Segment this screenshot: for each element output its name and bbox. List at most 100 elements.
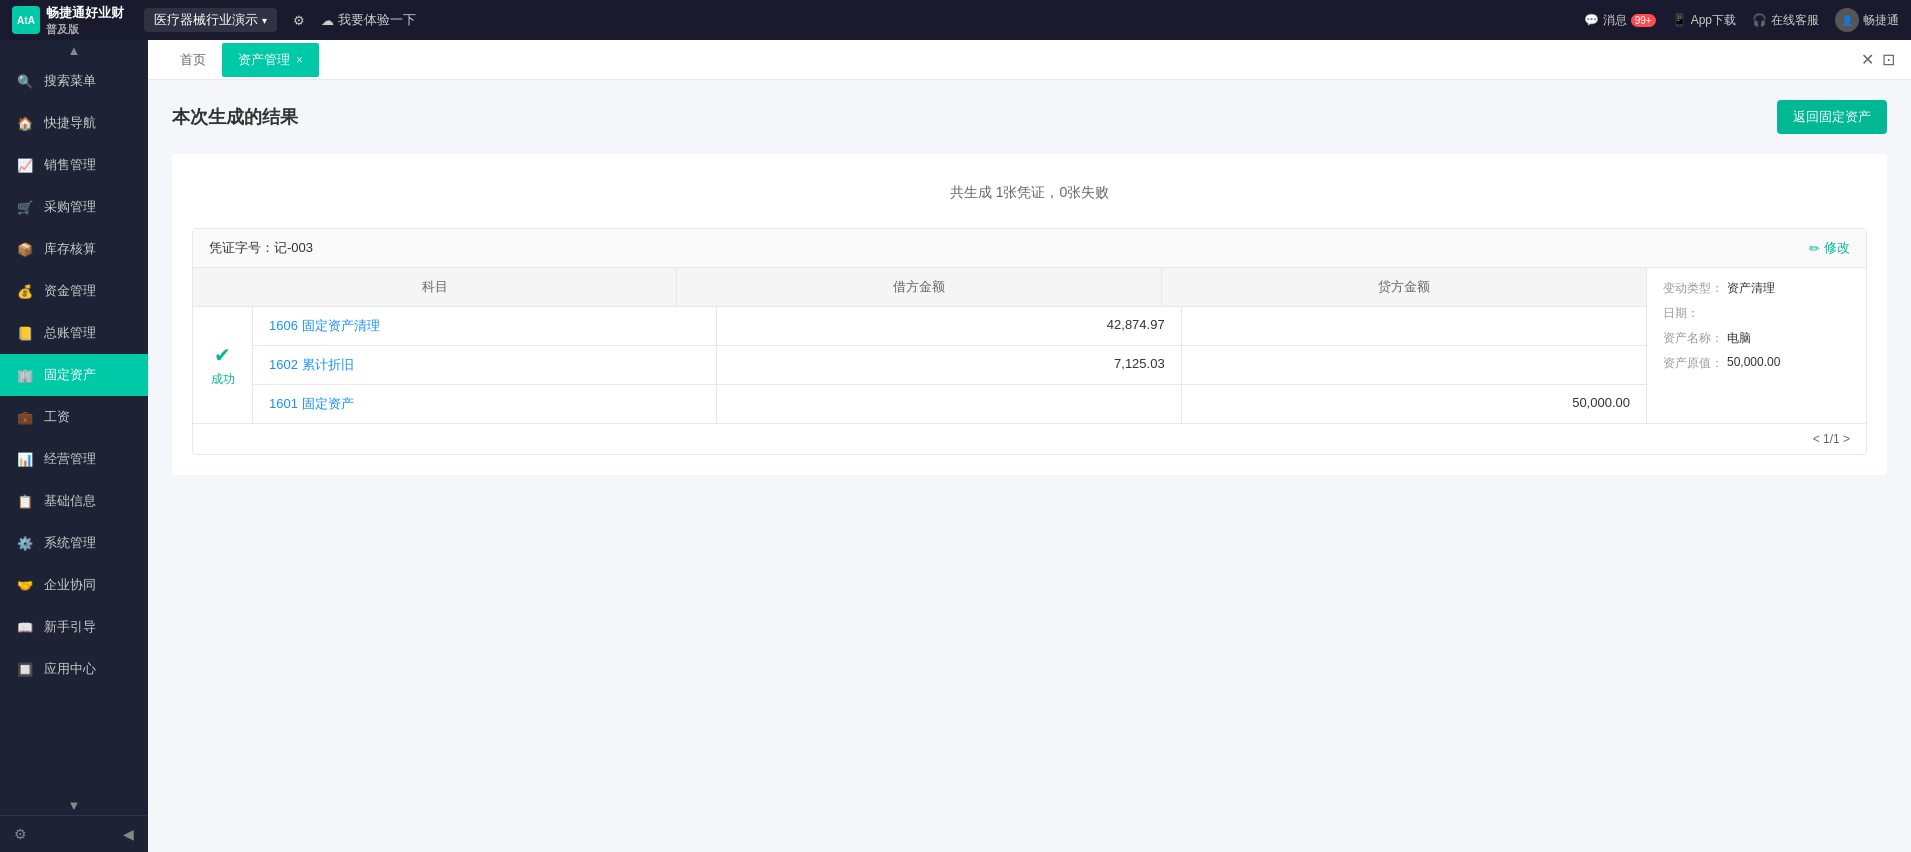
online-service-action[interactable]: 🎧 在线客服: [1752, 12, 1819, 29]
sidebar-bottom: ⚙ ◀: [0, 815, 148, 852]
side-info-asset-value: 资产原值： 50,000.00: [1663, 355, 1850, 372]
th-debit: 借方金额: [677, 268, 1161, 307]
sidebar-item-purchase[interactable]: 🛒 采购管理: [0, 186, 148, 228]
sidebar-item-funds[interactable]: 💰 资金管理: [0, 270, 148, 312]
success-text: 成功: [211, 371, 235, 388]
tab-home[interactable]: 首页: [164, 43, 222, 77]
sidebar-item-inventory[interactable]: 📦 库存核算: [0, 228, 148, 270]
avatar-icon: 👤: [1841, 15, 1853, 26]
back-button[interactable]: 返回固定资产: [1777, 100, 1887, 134]
sidebar-item-payroll[interactable]: 💼 工资: [0, 396, 148, 438]
side-info-date: 日期：: [1663, 305, 1850, 322]
sidebar-label: 采购管理: [44, 198, 96, 216]
pagination-text[interactable]: < 1/1 >: [1813, 432, 1850, 446]
logo-icon: AtA: [12, 6, 40, 34]
subject-cell-3[interactable]: 1601 固定资产: [253, 385, 717, 423]
sidebar-item-sales[interactable]: 📈 销售管理: [0, 144, 148, 186]
pagination: < 1/1 >: [193, 423, 1866, 454]
change-type-label: 变动类型：: [1663, 280, 1723, 297]
panel-expand-icon[interactable]: ⊡: [1882, 50, 1895, 69]
sidebar-items: 🔍 搜索菜单 🏠 快捷导航 📈 销售管理 🛒 采购管理 📦 库存核算 💰: [0, 60, 148, 795]
debit-cell-1: 42,874.97: [717, 307, 1181, 345]
sidebar-scroll-up[interactable]: ▲: [0, 40, 148, 60]
online-service-label: 在线客服: [1771, 12, 1819, 29]
phone-icon: 📱: [1672, 13, 1687, 27]
subject-cell-1[interactable]: 1606 固定资产清理: [253, 307, 717, 345]
message-action[interactable]: 💬 消息 99+: [1584, 12, 1656, 29]
logo-area: AtA 畅捷通好业财 普及版: [12, 4, 124, 37]
success-indicator: ✔ 成功: [193, 307, 253, 423]
sidebar-label: 库存核算: [44, 240, 96, 258]
user-area[interactable]: 👤 畅捷通: [1835, 8, 1899, 32]
sidebar-label: 固定资产: [44, 366, 96, 384]
th-subject: 科目: [193, 268, 677, 307]
asset-value-label: 资产原值：: [1663, 355, 1723, 372]
edit-button[interactable]: ✏ 修改: [1809, 239, 1850, 257]
table-row: 1602 累计折旧 7,125.03: [253, 346, 1646, 385]
change-type-value: 资产清理: [1727, 280, 1775, 297]
sidebar-label: 销售管理: [44, 156, 96, 174]
guide-icon: 📖: [16, 618, 34, 636]
subject-cell-2[interactable]: 1602 累计折旧: [253, 346, 717, 384]
sidebar-collapse-icon[interactable]: ◀: [123, 826, 134, 842]
handshake-icon: 🤝: [16, 576, 34, 594]
app-download-action[interactable]: 📱 App下载: [1672, 12, 1736, 29]
company-selector[interactable]: 医疗器械行业演示 ▾: [144, 8, 277, 32]
table-row: 1606 固定资产清理 42,874.97: [253, 307, 1646, 346]
header-right: 💬 消息 99+ 📱 App下载 🎧 在线客服 👤 畅捷通: [1584, 8, 1899, 32]
sidebar-label: 企业协同: [44, 576, 96, 594]
briefcase-icon: 💼: [16, 408, 34, 426]
side-info-panel: 变动类型： 资产清理 日期： 资产名称： 电脑: [1646, 268, 1866, 423]
company-name: 医疗器械行业演示: [154, 11, 258, 29]
tab-close-icon[interactable]: ×: [296, 53, 303, 67]
header-left: AtA 畅捷通好业财 普及版 医疗器械行业演示 ▾ ⚙ ☁ 我要体验一下: [12, 4, 416, 37]
table-row: 1601 固定资产 50,000.00: [253, 385, 1646, 423]
side-info-change-type: 变动类型： 资产清理: [1663, 280, 1850, 297]
page-content: 本次生成的结果 返回固定资产 共生成 1张凭证，0张失败 凭证字号：记-003 …: [148, 80, 1911, 852]
sidebar-label: 系统管理: [44, 534, 96, 552]
sidebar-settings-icon[interactable]: ⚙: [14, 826, 27, 842]
asset-value-value: 50,000.00: [1727, 355, 1780, 372]
username: 畅捷通: [1863, 12, 1899, 29]
credit-cell-1: [1182, 307, 1646, 345]
sidebar-item-guide[interactable]: 📖 新手引导: [0, 606, 148, 648]
tab-asset-management[interactable]: 资产管理 ×: [222, 43, 319, 77]
debit-cell-2: 7,125.03: [717, 346, 1181, 384]
voucher-header: 凭证字号：记-003 ✏ 修改: [193, 229, 1866, 268]
top-header: AtA 畅捷通好业财 普及版 医疗器械行业演示 ▾ ⚙ ☁ 我要体验一下 💬 消…: [0, 0, 1911, 40]
sidebar: ▲ 🔍 搜索菜单 🏠 快捷导航 📈 销售管理 🛒 采购管理 📦 库存核算: [0, 40, 148, 852]
gear-icon: ⚙️: [16, 534, 34, 552]
experience-button[interactable]: ☁ 我要体验一下: [321, 11, 416, 29]
sidebar-item-app-center[interactable]: 🔲 应用中心: [0, 648, 148, 690]
sidebar-item-cooperation[interactable]: 🤝 企业协同: [0, 564, 148, 606]
sidebar-scroll-down[interactable]: ▼: [0, 795, 148, 815]
settings-icon[interactable]: ⚙: [285, 6, 313, 34]
sidebar-item-basics[interactable]: 📋 基础信息: [0, 480, 148, 522]
sidebar-item-quick-nav[interactable]: 🏠 快捷导航: [0, 102, 148, 144]
data-rows: 1606 固定资产清理 42,874.97 1602 累计折旧 7,125.03: [253, 307, 1646, 423]
voucher-section: 凭证字号：记-003 ✏ 修改 科目 借方金额: [192, 228, 1867, 455]
message-label: 消息: [1603, 12, 1627, 29]
result-summary: 共生成 1张凭证，0张失败: [192, 174, 1867, 212]
panel-close-icon[interactable]: ✕: [1861, 50, 1874, 69]
voucher-body: 科目 借方金额 贷方金额 ✔ 成功: [193, 268, 1866, 423]
sidebar-item-operations[interactable]: 📊 经营管理: [0, 438, 148, 480]
content-area: 首页 资产管理 × ✕ ⊡ 本次生成的结果 返回固定资产 共生成 1张凭证，: [148, 40, 1911, 852]
cart-icon: 🛒: [16, 198, 34, 216]
sidebar-item-system[interactable]: ⚙️ 系统管理: [0, 522, 148, 564]
sidebar-label: 应用中心: [44, 660, 96, 678]
money-icon: 💰: [16, 282, 34, 300]
edition-badge: 普及版: [46, 22, 124, 37]
message-badge: 99+: [1631, 14, 1656, 27]
table-row-wrapper: ✔ 成功 1606 固定资产清理 42,874.97: [193, 307, 1646, 423]
sidebar-item-search[interactable]: 🔍 搜索菜单: [0, 60, 148, 102]
sidebar-item-fixed-assets[interactable]: 🏢 固定资产: [0, 354, 148, 396]
page-title: 本次生成的结果: [172, 105, 298, 129]
tab-home-label: 首页: [180, 51, 206, 69]
sidebar-item-general-ledger[interactable]: 📒 总账管理: [0, 312, 148, 354]
asset-name-value: 电脑: [1727, 330, 1751, 347]
app-title-group: 畅捷通好业财 普及版: [46, 4, 124, 37]
voucher-number: 凭证字号：记-003: [209, 239, 313, 257]
page-header: 本次生成的结果 返回固定资产: [172, 100, 1887, 134]
book-icon: 📒: [16, 324, 34, 342]
